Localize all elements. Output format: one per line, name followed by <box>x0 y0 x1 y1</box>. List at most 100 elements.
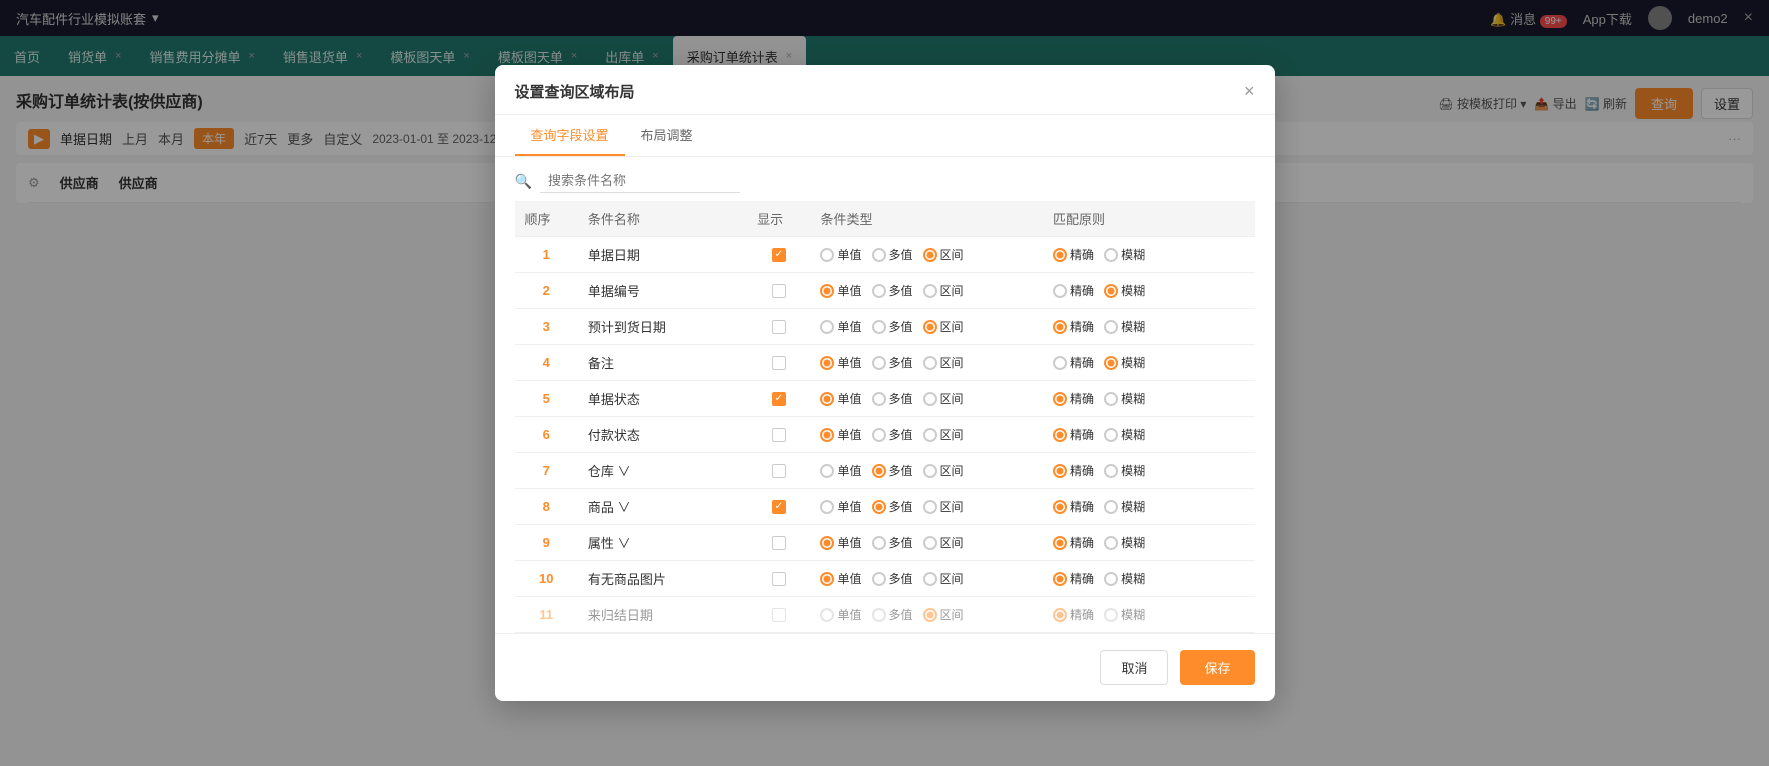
row-show[interactable] <box>747 309 810 345</box>
match-radio-item[interactable]: 精确 <box>1053 318 1094 335</box>
row-match: 精确模糊 <box>1043 597 1254 633</box>
type-radio-item[interactable]: 单值 <box>820 318 861 335</box>
type-radio-item[interactable]: 多值 <box>872 246 913 263</box>
row-show[interactable] <box>747 273 810 309</box>
match-radio-item[interactable]: 精确 <box>1053 498 1094 515</box>
type-radio-item[interactable]: 多值 <box>872 390 913 407</box>
radio-circle <box>923 284 937 298</box>
radio-label: 区间 <box>940 354 964 371</box>
search-input[interactable] <box>540 169 740 193</box>
row-match: 精确模糊 <box>1043 417 1254 453</box>
radio-label: 精确 <box>1070 534 1094 551</box>
type-radio-item[interactable]: 单值 <box>820 570 861 587</box>
show-checkbox[interactable] <box>772 500 786 514</box>
show-checkbox[interactable] <box>772 392 786 406</box>
match-radio-item[interactable]: 模糊 <box>1104 282 1145 299</box>
type-radio-item[interactable]: 区间 <box>923 606 964 623</box>
col-header-type: 条件类型 <box>810 201 1043 237</box>
type-radio-item[interactable]: 单值 <box>820 606 861 623</box>
type-radio-item[interactable]: 单值 <box>820 390 861 407</box>
type-radio-item[interactable]: 区间 <box>923 246 964 263</box>
match-radio-item[interactable]: 精确 <box>1053 390 1094 407</box>
row-show[interactable] <box>747 525 810 561</box>
show-checkbox[interactable] <box>772 356 786 370</box>
type-radio-item[interactable]: 单值 <box>820 534 861 551</box>
row-show[interactable] <box>747 453 810 489</box>
type-radio-item[interactable]: 单值 <box>820 246 861 263</box>
col-header-show: 显示 <box>747 201 810 237</box>
match-radio-item[interactable]: 模糊 <box>1104 462 1145 479</box>
row-show[interactable] <box>747 381 810 417</box>
match-radio-item[interactable]: 模糊 <box>1104 318 1145 335</box>
type-radio-item[interactable]: 区间 <box>923 318 964 335</box>
match-radio-item[interactable]: 模糊 <box>1104 390 1145 407</box>
type-radio-item[interactable]: 区间 <box>923 282 964 299</box>
radio-label: 多值 <box>889 426 913 443</box>
type-radio-item[interactable]: 多值 <box>872 318 913 335</box>
match-radio-item[interactable]: 模糊 <box>1104 570 1145 587</box>
match-radio-item[interactable]: 精确 <box>1053 462 1094 479</box>
match-radio-item[interactable]: 模糊 <box>1104 426 1145 443</box>
show-checkbox[interactable] <box>772 572 786 586</box>
type-radio-item[interactable]: 多值 <box>872 282 913 299</box>
type-radio-item[interactable]: 单值 <box>820 282 861 299</box>
type-radio-item[interactable]: 区间 <box>923 570 964 587</box>
type-radio-item[interactable]: 区间 <box>923 462 964 479</box>
radio-circle <box>1053 248 1067 262</box>
row-show[interactable] <box>747 561 810 597</box>
match-radio-item[interactable]: 精确 <box>1053 246 1094 263</box>
match-radio-item[interactable]: 模糊 <box>1104 498 1145 515</box>
type-radio-item[interactable]: 区间 <box>923 498 964 515</box>
match-radio-item[interactable]: 精确 <box>1053 426 1094 443</box>
row-match: 精确模糊 <box>1043 489 1254 525</box>
show-checkbox[interactable] <box>772 248 786 262</box>
show-checkbox[interactable] <box>772 320 786 334</box>
type-radio-item[interactable]: 单值 <box>820 462 861 479</box>
show-checkbox[interactable] <box>772 536 786 550</box>
row-order: 3 <box>515 309 578 345</box>
radio-circle <box>1053 572 1067 586</box>
type-radio-item[interactable]: 多值 <box>872 534 913 551</box>
row-show[interactable] <box>747 597 810 633</box>
dialog-tab-field-settings[interactable]: 查询字段设置 <box>515 115 625 156</box>
row-show[interactable] <box>747 417 810 453</box>
type-radio-item[interactable]: 多值 <box>872 498 913 515</box>
type-radio-item[interactable]: 多值 <box>872 426 913 443</box>
type-radio-item[interactable]: 区间 <box>923 426 964 443</box>
show-checkbox[interactable] <box>772 284 786 298</box>
type-radio-item[interactable]: 多值 <box>872 462 913 479</box>
type-radio-item[interactable]: 单值 <box>820 354 861 371</box>
match-radio-item[interactable]: 精确 <box>1053 354 1094 371</box>
row-order: 4 <box>515 345 578 381</box>
type-radio-item[interactable]: 区间 <box>923 534 964 551</box>
match-radio-item[interactable]: 精确 <box>1053 534 1094 551</box>
show-checkbox[interactable] <box>772 428 786 442</box>
show-checkbox[interactable] <box>772 608 786 622</box>
table-row: 4备注单值多值区间精确模糊 <box>515 345 1255 381</box>
type-radio-item[interactable]: 区间 <box>923 354 964 371</box>
type-radio-item[interactable]: 多值 <box>872 606 913 623</box>
row-show[interactable] <box>747 237 810 273</box>
type-radio-item[interactable]: 区间 <box>923 390 964 407</box>
match-radio-item[interactable]: 模糊 <box>1104 606 1145 623</box>
match-radio-item[interactable]: 模糊 <box>1104 246 1145 263</box>
type-radio-item[interactable]: 多值 <box>872 570 913 587</box>
row-show[interactable] <box>747 489 810 525</box>
match-radio-item[interactable]: 模糊 <box>1104 354 1145 371</box>
type-radio-item[interactable]: 多值 <box>872 354 913 371</box>
show-checkbox[interactable] <box>772 464 786 478</box>
row-type: 单值多值区间 <box>810 597 1043 633</box>
dialog-tab-layout-adjust[interactable]: 布局调整 <box>625 115 709 156</box>
cancel-button[interactable]: 取消 <box>1100 650 1168 685</box>
save-button[interactable]: 保存 <box>1180 650 1254 685</box>
type-radio-item[interactable]: 单值 <box>820 498 861 515</box>
match-radio-item[interactable]: 精确 <box>1053 282 1094 299</box>
match-radio-item[interactable]: 精确 <box>1053 606 1094 623</box>
type-radio-item[interactable]: 单值 <box>820 426 861 443</box>
col-header-match: 匹配原则 <box>1043 201 1254 237</box>
row-show[interactable] <box>747 345 810 381</box>
dialog-close-button[interactable]: × <box>1244 81 1255 102</box>
dialog-header: 设置查询区域布局 × <box>495 65 1275 115</box>
match-radio-item[interactable]: 模糊 <box>1104 534 1145 551</box>
match-radio-item[interactable]: 精确 <box>1053 570 1094 587</box>
